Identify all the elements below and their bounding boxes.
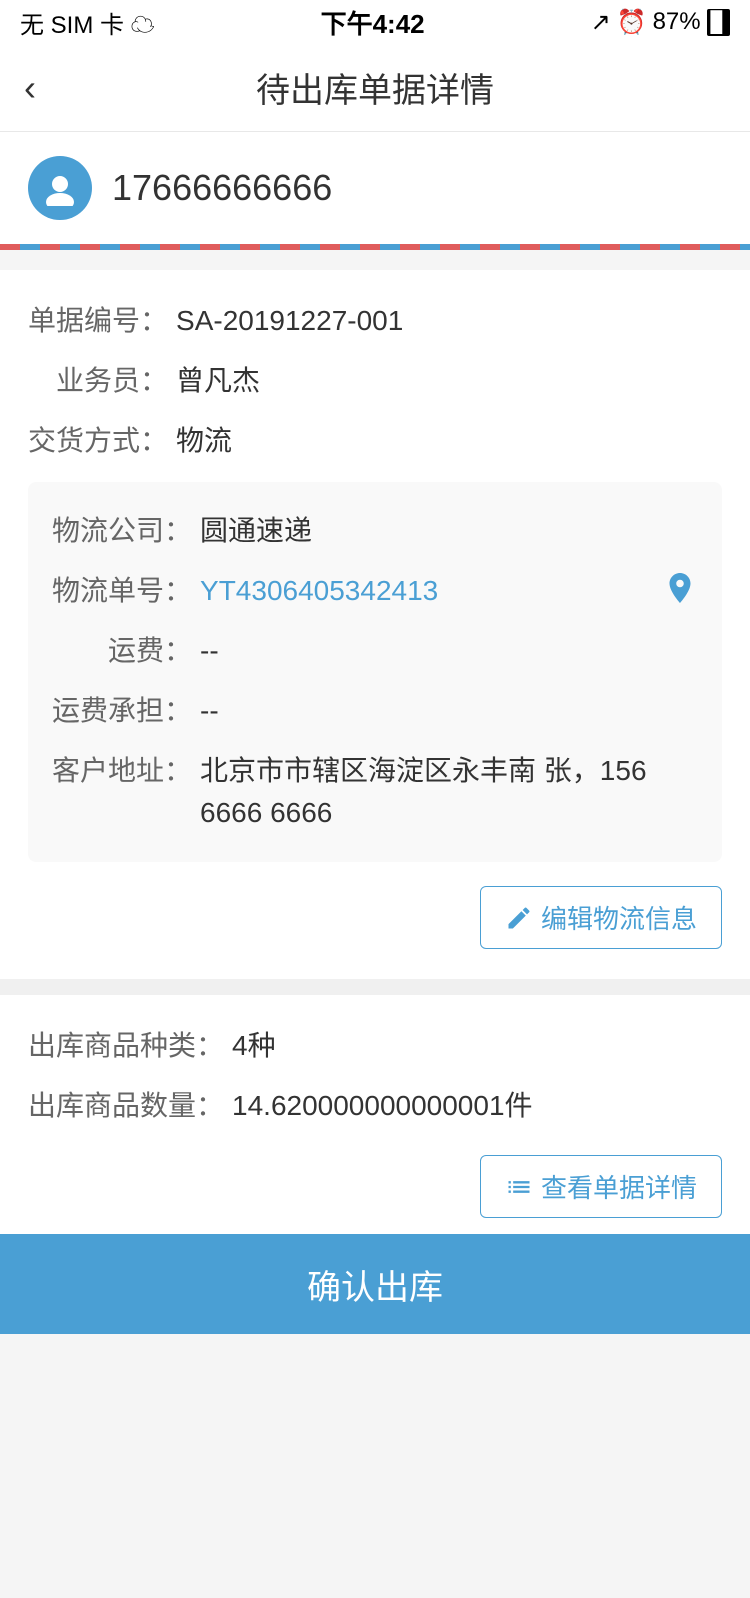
order-no-label: 单据编号： (28, 300, 168, 342)
edit-icon (505, 904, 533, 932)
customer-header: 17666666666 (0, 132, 750, 244)
delivery-row: 交货方式： 物流 (28, 420, 722, 462)
goods-quantity-label: 出库商品数量： (28, 1085, 224, 1127)
logistics-company-row: 物流公司： 圆通速递 (52, 510, 698, 552)
alarm-icon: ⏰ (617, 8, 647, 37)
tracking-row: 物流单号： YT4306405342413 (52, 570, 698, 612)
goods-section: 出库商品种类： 4种 出库商品数量： 14.620000000000001件 查… (0, 995, 750, 1248)
view-detail-label: 查看单据详情 (541, 1168, 697, 1205)
delivery-value: 物流 (176, 420, 722, 462)
gray-divider (0, 979, 750, 995)
tracking-value: YT4306405342413 (200, 570, 652, 612)
address-row: 客户地址： 北京市市辖区海淀区永丰南 张，156 6666 6666 (52, 750, 698, 834)
location-status-icon: ↗ (591, 8, 611, 37)
freight-label: 运费： (52, 630, 192, 672)
salesperson-value: 曾凡杰 (176, 360, 722, 402)
sim-label: 无 SIM 卡 ☁ (20, 5, 155, 40)
salesperson-row: 业务员： 曾凡杰 (28, 360, 722, 402)
page-title: 待出库单据详情 (256, 63, 494, 112)
confirm-bar[interactable]: 确认出库 (0, 1234, 750, 1334)
goods-type-row: 出库商品种类： 4种 (28, 1025, 722, 1067)
nav-bar: ‹ 待出库单据详情 (0, 44, 750, 132)
freight-bearer-row: 运费承担： -- (52, 690, 698, 732)
battery-icon: ▊ (707, 9, 730, 36)
status-right: ↗ ⏰ 87% ▊ (591, 8, 730, 37)
customer-phone: 17666666666 (112, 167, 332, 209)
salesperson-label: 业务员： (28, 360, 168, 402)
goods-quantity-row: 出库商品数量： 14.620000000000001件 (28, 1085, 722, 1127)
location-pin-icon[interactable] (662, 570, 698, 606)
edit-logistics-button[interactable]: 编辑物流信息 (480, 886, 722, 949)
logistics-card: 物流公司： 圆通速递 物流单号： YT4306405342413 运费： -- … (28, 482, 722, 862)
back-button[interactable]: ‹ (24, 67, 36, 109)
freight-bearer-label: 运费承担： (52, 690, 192, 732)
freight-bearer-value: -- (200, 690, 698, 732)
avatar (28, 156, 92, 220)
status-left: 无 SIM 卡 ☁ (20, 5, 155, 40)
dashed-divider (0, 244, 750, 250)
order-no-row: 单据编号： SA-20191227-001 (28, 300, 722, 342)
list-icon (505, 1173, 533, 1201)
logistics-company-value: 圆通速递 (200, 510, 698, 552)
status-time: 下午4:42 (321, 4, 425, 41)
status-bar: 无 SIM 卡 ☁ 下午4:42 ↗ ⏰ 87% ▊ (0, 0, 750, 44)
view-detail-button-container: 查看单据详情 (28, 1155, 722, 1218)
person-icon (42, 170, 78, 206)
address-label: 客户地址： (52, 750, 192, 792)
order-no-value: SA-20191227-001 (176, 300, 722, 342)
edit-logistics-label: 编辑物流信息 (541, 899, 697, 936)
address-value: 北京市市辖区海淀区永丰南 张，156 6666 6666 (200, 750, 698, 834)
view-detail-button[interactable]: 查看单据详情 (480, 1155, 722, 1218)
order-info-section: 单据编号： SA-20191227-001 业务员： 曾凡杰 交货方式： 物流 … (0, 270, 750, 979)
logistics-company-label: 物流公司： (52, 510, 192, 552)
freight-row: 运费： -- (52, 630, 698, 672)
goods-type-label: 出库商品种类： (28, 1025, 224, 1067)
delivery-label: 交货方式： (28, 420, 168, 462)
battery-label: 87% (653, 8, 701, 36)
edit-button-container: 编辑物流信息 (28, 886, 722, 949)
tracking-label: 物流单号： (52, 570, 192, 612)
freight-value: -- (200, 630, 698, 672)
goods-quantity-value: 14.620000000000001件 (232, 1085, 722, 1127)
goods-type-value: 4种 (232, 1025, 722, 1067)
confirm-label: 确认出库 (307, 1260, 443, 1309)
